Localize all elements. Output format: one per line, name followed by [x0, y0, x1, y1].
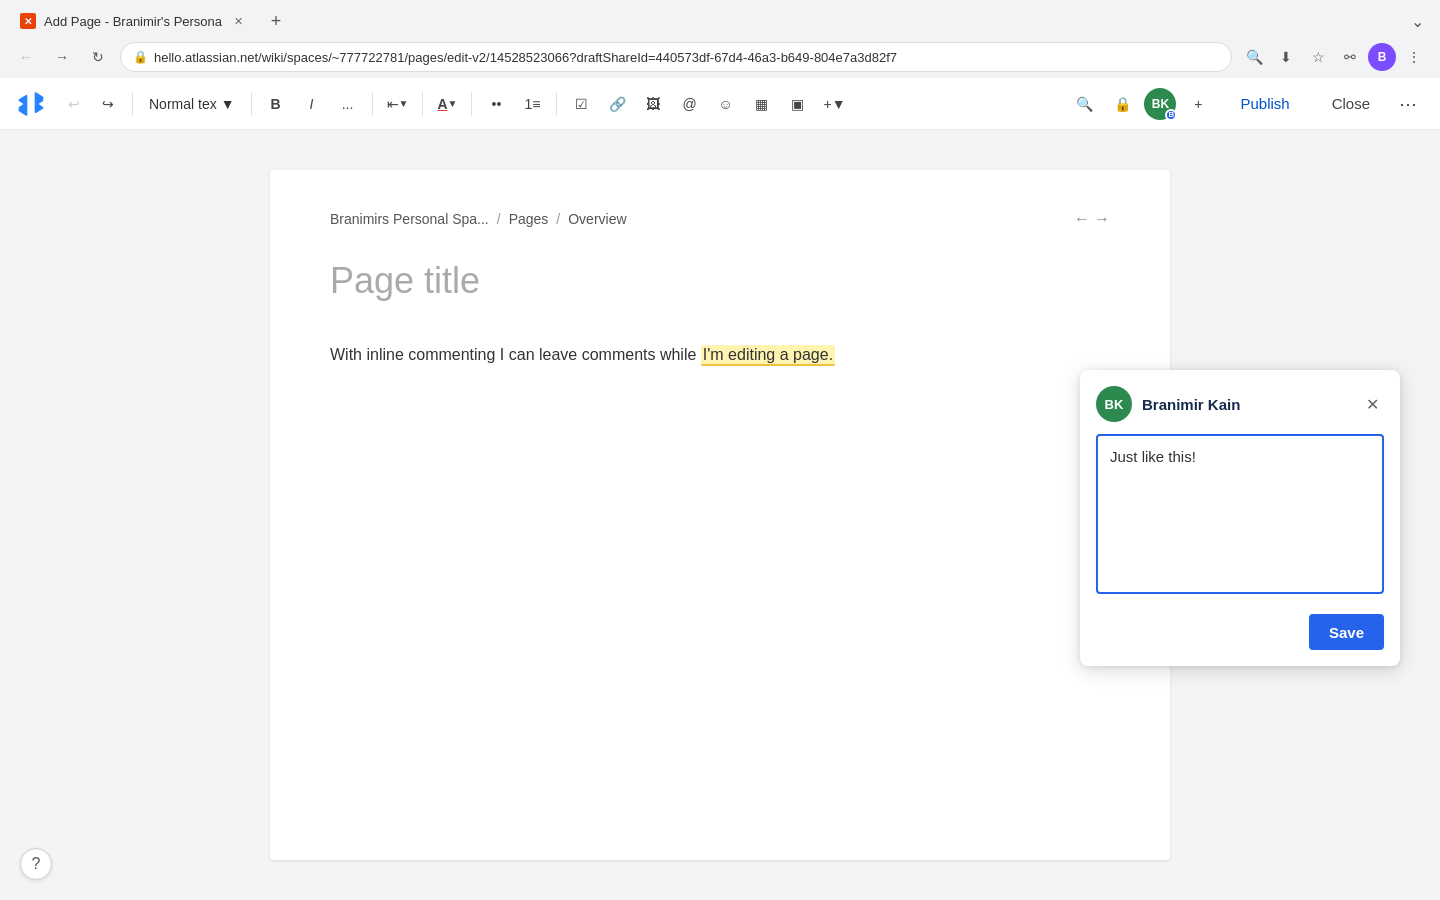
collaborator-avatar[interactable]: BK B: [1144, 88, 1176, 120]
lock-icon: 🔒: [133, 50, 148, 64]
text-color-icon: A: [437, 96, 447, 112]
text-style-dropdown[interactable]: Normal tex ▼: [141, 88, 243, 120]
editor-page: Branimirs Personal Spa... / Pages / Over…: [270, 170, 1170, 860]
link-button[interactable]: 🔗: [601, 88, 633, 120]
comment-body: [1080, 434, 1400, 614]
image-button[interactable]: 🖼: [637, 88, 669, 120]
breadcrumb-sep-2: /: [556, 211, 560, 227]
mention-button[interactable]: @: [673, 88, 705, 120]
content-before: With inline commenting I can leave comme…: [330, 346, 701, 363]
more-format-button[interactable]: ...: [332, 88, 364, 120]
url-text: hello.atlassian.net/wiki/spaces/~7777227…: [154, 50, 1219, 65]
back-button[interactable]: ←: [12, 43, 40, 71]
page-title-input[interactable]: Page title: [330, 260, 1110, 302]
toolbar-divider-1: [132, 92, 133, 116]
breadcrumb-expand: ← →: [1074, 210, 1110, 228]
tab-close-button[interactable]: ✕: [230, 13, 246, 29]
browser-collapse-button[interactable]: ⌄: [1411, 12, 1432, 31]
task-button[interactable]: ☑: [565, 88, 597, 120]
insert-more-button[interactable]: +▼: [817, 88, 851, 120]
italic-button[interactable]: I: [296, 88, 328, 120]
toolbar-divider-4: [422, 92, 423, 116]
toolbar-divider-3: [372, 92, 373, 116]
text-style-chevron: ▼: [221, 96, 235, 112]
browser-menu-button[interactable]: ⋮: [1400, 43, 1428, 71]
profile-button[interactable]: B: [1368, 43, 1396, 71]
editor-toolbar: ↩ ↪ Normal tex ▼ B I ... ⇤ ▼ A ▼ •• 1≡: [0, 78, 1440, 130]
forward-button[interactable]: →: [48, 43, 76, 71]
page-content[interactable]: With inline commenting I can leave comme…: [330, 342, 1110, 368]
align-button[interactable]: ⇤ ▼: [381, 88, 415, 120]
align-chevron: ▼: [399, 98, 409, 109]
close-button[interactable]: Close: [1316, 86, 1386, 122]
comment-popup: BK Branimir Kain ✕ Save: [1080, 370, 1400, 666]
restriction-button[interactable]: 🔒: [1106, 88, 1138, 120]
expand-right-icon[interactable]: →: [1094, 210, 1110, 228]
breadcrumb-sep-1: /: [497, 211, 501, 227]
table-button[interactable]: ▦: [745, 88, 777, 120]
extensions-button[interactable]: ⚯: [1336, 43, 1364, 71]
address-bar: ← → ↻ 🔒 hello.atlassian.net/wiki/spaces/…: [0, 36, 1440, 78]
text-style-label: Normal tex: [149, 96, 217, 112]
help-button[interactable]: ?: [20, 848, 52, 880]
undo-redo-group: ↩ ↪: [58, 88, 124, 120]
comment-header: BK Branimir Kain ✕: [1080, 370, 1400, 434]
toolbar-right: 🔍 🔒 BK B + Publish Close ⋯: [1068, 86, 1424, 122]
reload-button[interactable]: ↻: [84, 43, 112, 71]
bullet-list-button[interactable]: ••: [480, 88, 512, 120]
align-icon: ⇤: [387, 96, 399, 112]
comment-footer: Save: [1080, 614, 1400, 666]
breadcrumb-current[interactable]: Overview: [568, 211, 626, 227]
tab-favicon: ✕: [20, 13, 36, 29]
download-button[interactable]: ⬇: [1272, 43, 1300, 71]
emoji-button[interactable]: ☺: [709, 88, 741, 120]
comment-close-button[interactable]: ✕: [1360, 392, 1384, 416]
breadcrumb-pages[interactable]: Pages: [509, 211, 549, 227]
active-tab[interactable]: ✕ Add Page - Branimir's Persona ✕: [8, 6, 258, 36]
layout-button[interactable]: ▣: [781, 88, 813, 120]
toolbar-divider-2: [251, 92, 252, 116]
bold-button[interactable]: B: [260, 88, 292, 120]
redo-button[interactable]: ↪: [92, 88, 124, 120]
collaborator-initials: BK: [1152, 97, 1169, 111]
numbered-list-button[interactable]: 1≡: [516, 88, 548, 120]
toolbar-divider-5: [471, 92, 472, 116]
breadcrumb-space[interactable]: Branimirs Personal Spa...: [330, 211, 489, 227]
comment-textarea[interactable]: [1096, 434, 1384, 594]
collab-indicator: B: [1165, 109, 1177, 121]
highlighted-text: I'm editing a page.: [701, 345, 835, 366]
publish-button[interactable]: Publish: [1220, 86, 1309, 122]
tab-bar: ✕ Add Page - Branimir's Persona ✕ + ⌄: [0, 0, 1440, 36]
browser-actions: 🔍 ⬇ ☆ ⚯ B ⋮: [1240, 43, 1428, 71]
expand-left-icon[interactable]: ←: [1074, 210, 1090, 228]
add-collaborator-button[interactable]: +: [1182, 88, 1214, 120]
search-button[interactable]: 🔍: [1068, 88, 1100, 120]
color-chevron: ▼: [448, 98, 458, 109]
breadcrumb: Branimirs Personal Spa... / Pages / Over…: [330, 210, 1110, 228]
undo-button[interactable]: ↩: [58, 88, 90, 120]
zoom-button[interactable]: 🔍: [1240, 43, 1268, 71]
comment-avatar: BK: [1096, 386, 1132, 422]
tab-title: Add Page - Branimir's Persona: [44, 14, 222, 29]
text-color-button[interactable]: A ▼: [431, 88, 463, 120]
comment-avatar-initials: BK: [1105, 397, 1124, 412]
browser-chrome: ✕ Add Page - Branimir's Persona ✕ + ⌄ ← …: [0, 0, 1440, 78]
new-tab-button[interactable]: +: [262, 7, 290, 35]
url-bar[interactable]: 🔒 hello.atlassian.net/wiki/spaces/~77772…: [120, 42, 1232, 72]
toolbar-divider-6: [556, 92, 557, 116]
save-comment-button[interactable]: Save: [1309, 614, 1384, 650]
comment-username: Branimir Kain: [1142, 396, 1350, 413]
bookmark-button[interactable]: ☆: [1304, 43, 1332, 71]
more-options-button[interactable]: ⋯: [1392, 88, 1424, 120]
confluence-logo[interactable]: [16, 89, 46, 119]
